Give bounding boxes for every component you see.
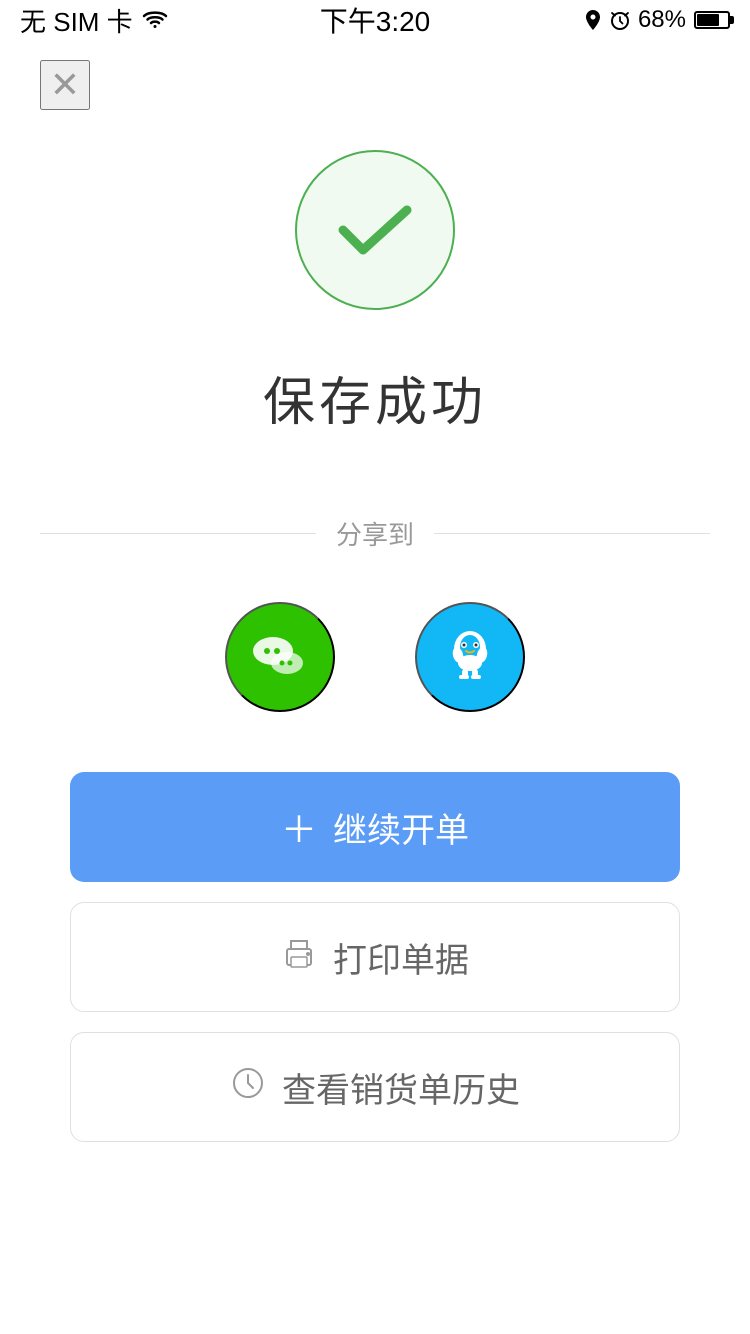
success-area: 保存成功: [40, 150, 710, 435]
battery-percent: 68%: [638, 6, 686, 34]
checkmark-icon: [335, 200, 415, 260]
wechat-share-button[interactable]: [225, 602, 335, 712]
status-right: 68%: [584, 6, 730, 34]
qq-icon: [444, 625, 496, 689]
divider-right: [434, 533, 710, 534]
continue-order-button[interactable]: ＋ 继续开单: [70, 772, 680, 882]
carrier-text: 无 SIM 卡: [20, 2, 133, 39]
share-divider: 分享到: [40, 515, 710, 552]
share-label: 分享到: [316, 515, 434, 552]
status-bar: 无 SIM 卡 下午3:20 68%: [0, 0, 750, 40]
printer-icon: [281, 935, 317, 980]
wifi-icon: [141, 10, 169, 30]
share-section: 分享到: [40, 485, 710, 712]
action-buttons: ＋ 继续开单 打印单据 查看销货单历史: [40, 772, 710, 1142]
history-label: 查看销货单历史: [282, 1063, 520, 1112]
success-circle: [295, 150, 455, 310]
clock-icon: [230, 1065, 266, 1110]
status-left: 无 SIM 卡: [20, 2, 169, 39]
battery-icon: [694, 11, 730, 29]
location-icon: [584, 9, 602, 31]
wechat-icon: [249, 631, 311, 683]
print-label: 打印单据: [333, 933, 469, 982]
plus-icon: ＋: [281, 801, 317, 853]
close-icon: ✕: [50, 67, 80, 103]
success-title: 保存成功: [263, 360, 487, 435]
status-time: 下午3:20: [320, 0, 431, 40]
qq-share-button[interactable]: [415, 602, 525, 712]
close-button[interactable]: ✕: [40, 60, 90, 110]
history-button[interactable]: 查看销货单历史: [70, 1032, 680, 1142]
continue-order-label: 继续开单: [333, 803, 469, 852]
alarm-icon: [610, 9, 630, 31]
share-icons: [40, 602, 710, 712]
divider-left: [40, 533, 316, 534]
main-content: ✕ 保存成功 分享到: [0, 40, 750, 1142]
print-button[interactable]: 打印单据: [70, 902, 680, 1012]
